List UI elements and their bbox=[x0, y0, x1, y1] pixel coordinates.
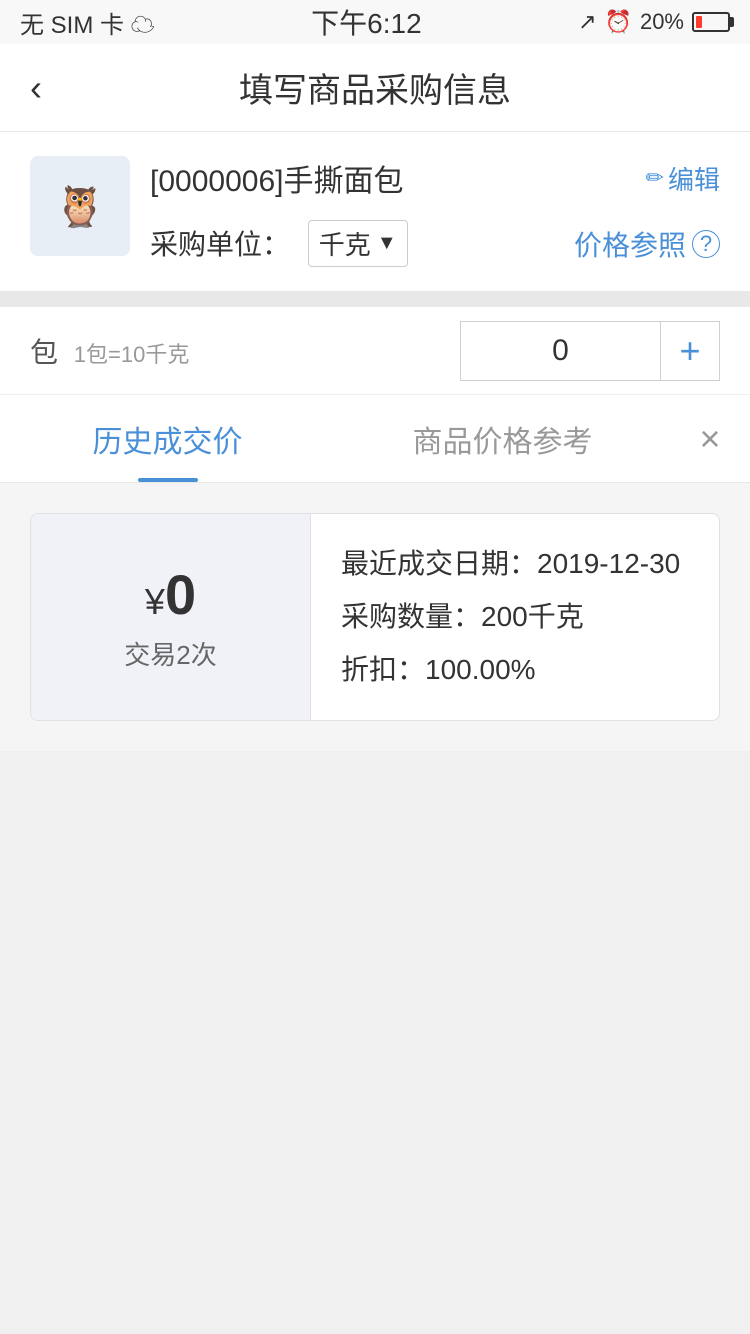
recent-date-value: 2019-12-30 bbox=[537, 548, 680, 579]
dropdown-icon: ▼ bbox=[377, 232, 397, 255]
price-amount: 0 bbox=[165, 563, 196, 626]
alarm-icon: ⏰ bbox=[605, 9, 632, 35]
tab-active-underline bbox=[138, 478, 198, 482]
help-icon: ? bbox=[692, 230, 720, 258]
discount-label: 折扣： bbox=[341, 654, 425, 685]
quantity-input[interactable] bbox=[460, 321, 660, 381]
package-label: 包 bbox=[30, 337, 58, 368]
price-card: ¥0 交易2次 最近成交日期：2019-12-30 采购数量：200千克 折扣：… bbox=[30, 513, 720, 721]
product-name: [0000006]手撕面包 bbox=[150, 156, 403, 200]
unit-label: 采购单位： bbox=[150, 229, 290, 260]
tab-price-reference[interactable]: 商品价格参考 bbox=[335, 395, 670, 482]
discount-row: 折扣：100.00% bbox=[341, 650, 689, 689]
tabs-container: 历史成交价 商品价格参考 × bbox=[0, 395, 750, 483]
battery-icon bbox=[692, 12, 730, 32]
product-header: [0000006]手撕面包 ✏ 编辑 bbox=[150, 156, 720, 200]
discount-value: 100.00% bbox=[425, 654, 536, 685]
recent-date-row: 最近成交日期：2019-12-30 bbox=[341, 544, 689, 583]
product-info: [0000006]手撕面包 ✏ 编辑 采购单位： 千克 ▼ 价格参照 ? bbox=[150, 156, 720, 267]
product-image-icon: 🦉 bbox=[55, 183, 105, 230]
edit-button[interactable]: ✏ 编辑 bbox=[646, 160, 720, 197]
recent-date-label: 最近成交日期： bbox=[341, 548, 537, 579]
close-button[interactable]: × bbox=[670, 395, 750, 483]
tab-reference-label: 商品价格参考 bbox=[413, 417, 593, 461]
quantity-label-area: 包 1包=10千克 bbox=[30, 331, 189, 371]
purchase-qty-row: 采购数量：200千克 bbox=[341, 597, 689, 636]
purchase-qty-value: 200千克 bbox=[481, 601, 584, 632]
unit-select[interactable]: 千克 ▼ bbox=[308, 220, 408, 267]
product-row: 🦉 [0000006]手撕面包 ✏ 编辑 采购单位： 千克 ▼ bbox=[30, 156, 720, 267]
quantity-plus-button[interactable]: + bbox=[660, 321, 720, 381]
quantity-row: 包 1包=10千克 + bbox=[0, 307, 750, 395]
status-bar: 无 SIM 卡 ☁ 下午6:12 ↗ ⏰ 20% bbox=[0, 0, 750, 44]
currency-symbol: ¥ bbox=[145, 581, 165, 622]
status-right: ↗ ⏰ 20% bbox=[578, 9, 730, 35]
nav-bar: ‹ 填写商品采购信息 bbox=[0, 44, 750, 132]
price-display: ¥0 bbox=[145, 562, 196, 627]
product-section: 🦉 [0000006]手撕面包 ✏ 编辑 采购单位： 千克 ▼ bbox=[0, 132, 750, 291]
conversion-text: 1包=10千克 bbox=[74, 342, 190, 367]
product-thumbnail: 🦉 bbox=[30, 156, 130, 256]
price-details: 最近成交日期：2019-12-30 采购数量：200千克 折扣：100.00% bbox=[311, 514, 719, 720]
price-card-area: ¥0 交易2次 最近成交日期：2019-12-30 采购数量：200千克 折扣：… bbox=[0, 483, 750, 751]
unit-value: 千克 bbox=[319, 225, 371, 262]
battery-percent: 20% bbox=[640, 9, 684, 35]
price-summary: ¥0 交易2次 bbox=[31, 514, 311, 720]
edit-label: 编辑 bbox=[668, 160, 720, 197]
section-divider bbox=[0, 291, 750, 307]
unit-area: 采购单位： 千克 ▼ bbox=[150, 220, 408, 267]
status-time: 下午6:12 bbox=[311, 2, 422, 42]
purchase-qty-label: 采购数量： bbox=[341, 601, 481, 632]
trade-count: 交易2次 bbox=[124, 635, 216, 672]
tab-history-label: 历史成交价 bbox=[93, 417, 243, 461]
back-button[interactable]: ‹ bbox=[30, 67, 42, 109]
price-ref-label: 价格参照 bbox=[574, 224, 686, 264]
tab-history-price[interactable]: 历史成交价 bbox=[0, 395, 335, 482]
edit-icon: ✏ bbox=[646, 165, 664, 191]
price-reference-button[interactable]: 价格参照 ? bbox=[574, 224, 720, 264]
navigation-icon: ↗ bbox=[578, 9, 596, 35]
page-title: 填写商品采购信息 bbox=[239, 63, 511, 112]
status-left: 无 SIM 卡 ☁ bbox=[20, 5, 155, 40]
quantity-controls: + bbox=[460, 321, 720, 381]
product-unit-row: 采购单位： 千克 ▼ 价格参照 ? bbox=[150, 220, 720, 267]
sim-label: 无 SIM 卡 ☁ bbox=[20, 5, 155, 40]
